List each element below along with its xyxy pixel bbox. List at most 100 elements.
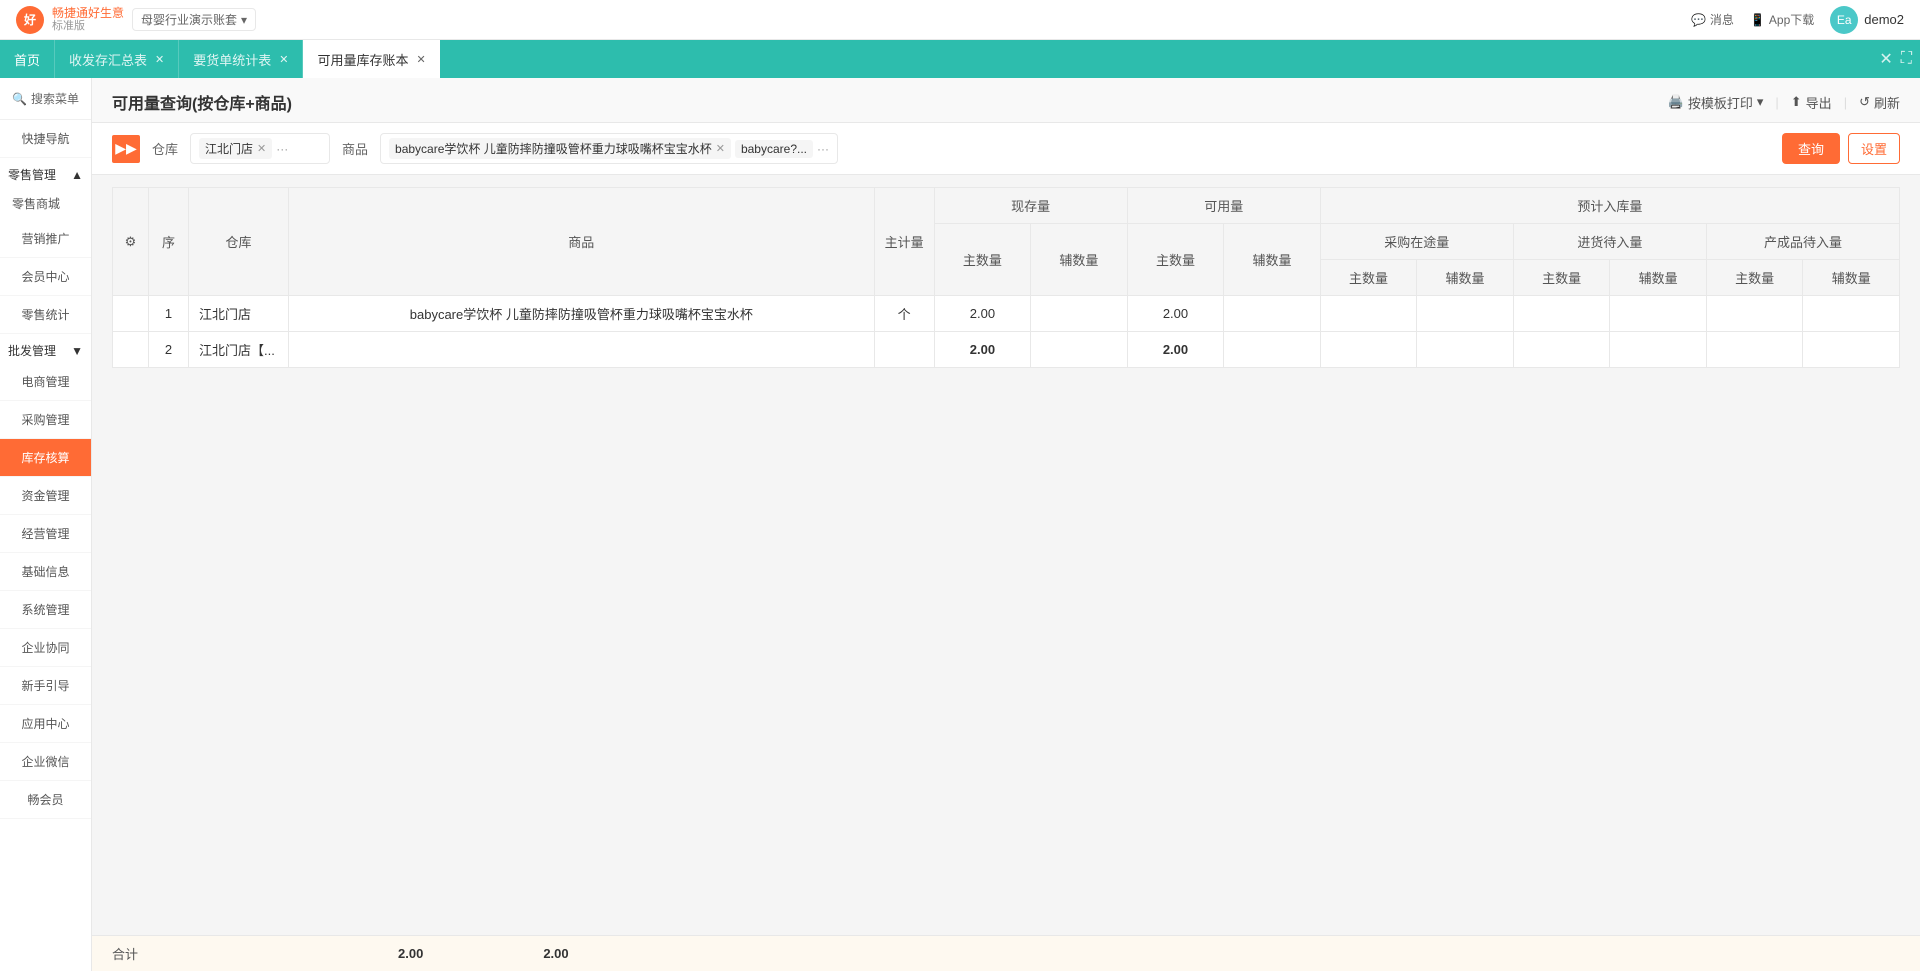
product-tag1-close[interactable]: ✕ [716, 142, 725, 155]
sidebar-item-retail-stats[interactable]: 零售统计 [0, 296, 91, 334]
settings-btn[interactable]: 设置 [1848, 133, 1900, 164]
cell-num: 1 [149, 296, 189, 332]
data-table: ⚙ 序 仓库 商品 主计量 现存量 可用量 预计入库量 主数量 辅数量 主数量 … [112, 187, 1900, 368]
cell-main-unit: 个 [874, 296, 934, 332]
sidebar-item-retail-mall[interactable]: 零售商城 [0, 187, 91, 220]
logo-icon: 好 [16, 6, 44, 34]
product-filter-input[interactable]: babycare学饮杯 儿童防摔防撞吸管杯重力球吸嘴杯宝宝水杯 ✕ babyca… [380, 133, 838, 164]
cell-avail-aux [1224, 296, 1321, 332]
sidebar-item-operations[interactable]: 经营管理 [0, 515, 91, 553]
sidebar-item-ecommerce[interactable]: 电商管理 [0, 363, 91, 401]
th-purchase-main: 主数量 [1320, 260, 1417, 296]
tab-order-stats-close[interactable]: ✕ [279, 53, 288, 66]
sidebar-shortcut-nav[interactable]: 快捷导航 [0, 120, 91, 158]
filter-action-btns: 查询 设置 [1782, 133, 1900, 164]
sidebar-item-system[interactable]: 系统管理 [0, 591, 91, 629]
content-area: 可用量查询(按仓库+商品) 🖨️ 按模板打印 ▾ | ⬆ 导出 | ↺ 刷新 [92, 78, 1920, 971]
warehouse-tag-close[interactable]: ✕ [257, 142, 266, 155]
user-area[interactable]: Ea demo2 [1830, 6, 1904, 34]
divider2: | [1844, 95, 1847, 110]
sidebar-item-purchase[interactable]: 采购管理 [0, 401, 91, 439]
cell-prod-main [1706, 332, 1803, 368]
filter-toggle-btn[interactable]: ▶▶ [112, 135, 140, 163]
tab-receipt-summary[interactable]: 收发存汇总表 ✕ [55, 40, 179, 78]
chevron-up-icon: ▲ [71, 168, 83, 182]
product-filter-more[interactable]: ··· [817, 142, 829, 156]
sidebar-item-new-guide[interactable]: 新手引导 [0, 667, 91, 705]
ecommerce-label: 电商管理 [21, 375, 69, 389]
user-name: demo2 [1864, 12, 1904, 27]
avatar: Ea [1830, 6, 1858, 34]
cell-main-unit [874, 332, 934, 368]
table-container: ⚙ 序 仓库 商品 主计量 现存量 可用量 预计入库量 主数量 辅数量 主数量 … [92, 175, 1920, 935]
wechat-label: 企业微信 [21, 755, 69, 769]
footer-stock-main: 2.00 [398, 946, 423, 961]
app-download-btn[interactable]: 📱 App下载 [1750, 11, 1814, 28]
cell-avail-aux [1224, 332, 1321, 368]
purchase-label: 采购管理 [21, 413, 69, 427]
cell-avail-main: 2.00 [1127, 332, 1224, 368]
product-filter-label: 商品 [342, 139, 368, 158]
sidebar-item-inventory[interactable]: 库存核算 [0, 439, 91, 477]
th-avail-main-qty: 主数量 [1127, 224, 1224, 296]
tab-receipt-summary-label: 收发存汇总表 [69, 50, 147, 69]
sidebar-item-member[interactable]: 会员中心 [0, 258, 91, 296]
cell-stock-aux [1031, 332, 1128, 368]
th-purchase-in-transit-group: 采购在途量 [1320, 224, 1513, 260]
product-tag2: babycare?... [735, 140, 813, 158]
message-btn[interactable]: 💬 消息 [1691, 11, 1734, 28]
warehouse-filter-more[interactable]: ··· [276, 142, 288, 156]
refresh-icon: ↺ [1859, 94, 1870, 110]
cell-prod-main [1706, 296, 1803, 332]
refresh-label: 刷新 [1874, 93, 1900, 112]
top-bar-left: 好 畅捷通好生意 标准版 母婴行业演示账套 ▾ [16, 6, 256, 34]
tab-fullscreen-btn[interactable]: ⛶ [1901, 50, 1912, 68]
query-btn[interactable]: 查询 [1782, 133, 1840, 164]
cell-prod-aux [1803, 296, 1900, 332]
search-menu-btn[interactable]: 🔍 搜索菜单 [8, 86, 83, 111]
export-btn[interactable]: ⬆ 导出 [1791, 93, 1832, 112]
sidebar-item-enterprise[interactable]: 企业协同 [0, 629, 91, 667]
cell-purchase-main [1320, 296, 1417, 332]
marketing-label: 营销推广 [21, 232, 69, 246]
chevron-down-icon: ▾ [241, 13, 247, 27]
th-purchase-aux: 辅数量 [1417, 260, 1514, 296]
member2-label: 畅会员 [27, 793, 63, 807]
product-tag1: babycare学饮杯 儿童防摔防撞吸管杯重力球吸嘴杯宝宝水杯 ✕ [389, 138, 731, 159]
sidebar-item-retail-mgmt[interactable]: 零售管理 ▲ [0, 158, 91, 187]
th-stock-main-qty: 主数量 [934, 224, 1031, 296]
cell-product: babycare学饮杯 儿童防摔防撞吸管杯重力球吸嘴杯宝宝水杯 [289, 296, 875, 332]
sidebar-item-marketing[interactable]: 营销推广 [0, 220, 91, 258]
export-icon: ⬆ [1791, 94, 1802, 110]
sidebar-item-app-center[interactable]: 应用中心 [0, 705, 91, 743]
sidebar-item-wholesale-mgmt[interactable]: 批发管理 ▼ [0, 334, 91, 363]
page-header: 可用量查询(按仓库+商品) 🖨️ 按模板打印 ▾ | ⬆ 导出 | ↺ 刷新 [92, 78, 1920, 123]
sidebar-item-wechat[interactable]: 企业微信 [0, 743, 91, 781]
tab-receipt-summary-close[interactable]: ✕ [155, 53, 164, 66]
tab-available-stock-close[interactable]: ✕ [417, 53, 426, 66]
th-goods-arriving-group: 进货待入量 [1513, 224, 1706, 260]
tab-home[interactable]: 首页 [0, 40, 55, 78]
refresh-btn[interactable]: ↺ 刷新 [1859, 93, 1900, 112]
tab-available-stock[interactable]: 可用量库存账本 ✕ [303, 40, 439, 78]
th-stock-aux-qty: 辅数量 [1031, 224, 1128, 296]
tab-close-all-btn[interactable]: ✕ [1879, 49, 1892, 69]
print-template-btn[interactable]: 🖨️ 按模板打印 ▾ [1668, 93, 1764, 112]
cell-warehouse: 江北门店【... [189, 332, 289, 368]
industry-selector[interactable]: 母婴行业演示账套 ▾ [132, 8, 256, 31]
cell-goods-aux [1610, 332, 1707, 368]
sidebar-item-member2[interactable]: 畅会员 [0, 781, 91, 819]
cell-purchase-aux [1417, 332, 1514, 368]
th-settings[interactable]: ⚙ [113, 188, 149, 296]
sidebar-item-basic-info[interactable]: 基础信息 [0, 553, 91, 591]
retail-mall-label: 零售商城 [12, 197, 60, 211]
warehouse-filter-input[interactable]: 江北门店 ✕ ··· [190, 133, 330, 164]
message-icon: 💬 [1691, 13, 1706, 27]
finance-label: 资金管理 [21, 489, 69, 503]
tab-order-stats[interactable]: 要货单统计表 ✕ [179, 40, 303, 78]
th-warehouse: 仓库 [189, 188, 289, 296]
cell-stock-aux [1031, 296, 1128, 332]
cell-avail-main: 2.00 [1127, 296, 1224, 332]
sidebar-item-finance[interactable]: 资金管理 [0, 477, 91, 515]
app-download-label: App下载 [1769, 11, 1814, 28]
